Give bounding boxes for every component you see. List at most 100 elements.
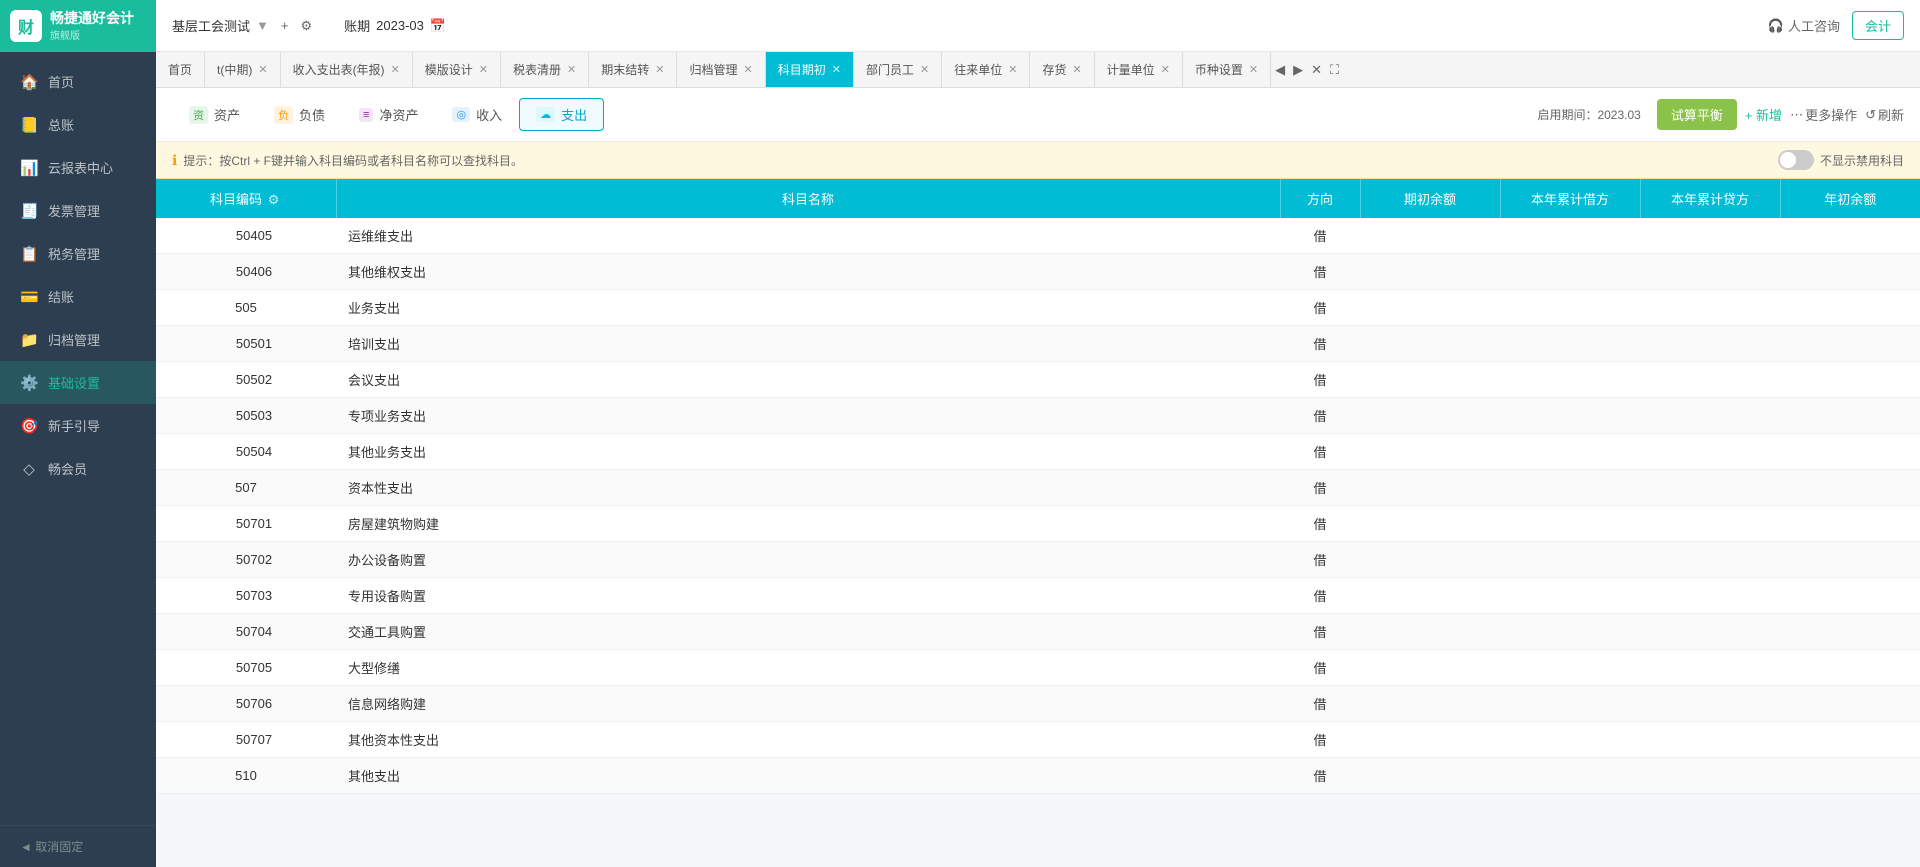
- cell-balance: [1360, 722, 1500, 758]
- sidebar-footer[interactable]: ◄ 取消固定: [0, 825, 156, 867]
- gear-icon[interactable]: ⚙: [266, 192, 282, 208]
- headset-icon: 🎧: [1768, 18, 1784, 34]
- tab-expand[interactable]: ⛶: [1326, 62, 1343, 78]
- table-row[interactable]: 505业务支出借: [156, 290, 1920, 326]
- add-tab-button[interactable]: +: [281, 18, 289, 33]
- cell-debit: [1500, 542, 1640, 578]
- sidebar-item-tax[interactable]: 📋 税务管理: [0, 232, 156, 275]
- table-row[interactable]: 50502会议支出借: [156, 362, 1920, 398]
- add-button[interactable]: + 新增: [1745, 105, 1782, 124]
- close-icon[interactable]: ✕: [1072, 63, 1081, 76]
- sidebar-item-home[interactable]: 🏠 首页: [0, 60, 156, 103]
- dropdown-icon[interactable]: ▼: [256, 18, 269, 33]
- table-row[interactable]: 510其他支出借: [156, 758, 1920, 794]
- tab-tax[interactable]: 税表清册 ✕: [501, 52, 589, 87]
- tab-nav-left[interactable]: ◀: [1271, 62, 1289, 78]
- tab-nav-right[interactable]: ▶: [1289, 62, 1307, 78]
- close-icon[interactable]: ✕: [744, 63, 753, 76]
- tab-unit[interactable]: 计量单位 ✕: [1095, 52, 1183, 87]
- tab-inventory[interactable]: 存货 ✕: [1030, 52, 1094, 87]
- table-row[interactable]: 50701房屋建筑物购建借: [156, 506, 1920, 542]
- table-row[interactable]: 50707其他资本性支出借: [156, 722, 1920, 758]
- category-tab-income[interactable]: ◎ 收入: [435, 98, 519, 131]
- cell-credit: [1640, 290, 1780, 326]
- cell-dir: 借: [1280, 542, 1360, 578]
- cell-name: 培训支出: [336, 326, 1280, 362]
- refresh-icon: ↺: [1865, 107, 1876, 123]
- sidebar-item-archive[interactable]: 📁 归档管理: [0, 318, 156, 361]
- cell-dir: 借: [1280, 686, 1360, 722]
- close-icon[interactable]: ✕: [832, 63, 841, 76]
- tab-period-end[interactable]: 期末结转 ✕: [589, 52, 677, 87]
- period-label: 账期: [344, 16, 370, 35]
- cell-year: [1780, 650, 1920, 686]
- account-button[interactable]: 会计: [1852, 11, 1904, 40]
- tab-transactions[interactable]: 往来单位 ✕: [942, 52, 1030, 87]
- cell-year: [1780, 362, 1920, 398]
- cell-dir: 借: [1280, 434, 1360, 470]
- table-row[interactable]: 50705大型修缮借: [156, 650, 1920, 686]
- tab-income-annual[interactable]: 收入支出表(年报) ✕: [281, 52, 413, 87]
- table-row[interactable]: 50704交通工具购置借: [156, 614, 1920, 650]
- close-icon[interactable]: ✕: [567, 63, 576, 76]
- more-button[interactable]: ⋯ 更多操作: [1790, 105, 1857, 124]
- close-icon[interactable]: ✕: [655, 63, 664, 76]
- basic-icon: ⚙️: [20, 374, 38, 392]
- tab-template[interactable]: 模版设计 ✕: [413, 52, 501, 87]
- sidebar-item-ledger[interactable]: 📒 总账: [0, 103, 156, 146]
- table-row[interactable]: 507资本性支出借: [156, 470, 1920, 506]
- cell-balance: [1360, 434, 1500, 470]
- tab-dept-staff[interactable]: 部门员工 ✕: [854, 52, 942, 87]
- calc-balance-button[interactable]: 试算平衡: [1657, 99, 1737, 130]
- account-label: 会计: [1865, 19, 1891, 34]
- category-tab-net[interactable]: ≡ 净资产: [342, 98, 435, 131]
- tab-close-all[interactable]: ✕: [1307, 62, 1326, 78]
- close-icon[interactable]: ✕: [391, 63, 400, 76]
- table-row[interactable]: 50406其他维权支出借: [156, 254, 1920, 290]
- topbar-company[interactable]: 基层工会测试 ▼: [172, 16, 269, 35]
- table-row[interactable]: 50503专项业务支出借: [156, 398, 1920, 434]
- cell-name: 房屋建筑物购建: [336, 506, 1280, 542]
- cell-year: [1780, 254, 1920, 290]
- table-row[interactable]: 50703专用设备购置借: [156, 578, 1920, 614]
- table-row[interactable]: 50504其他业务支出借: [156, 434, 1920, 470]
- toggle-label: 不显示禁用科目: [1820, 152, 1904, 169]
- category-tab-asset[interactable]: 资 资产: [172, 98, 257, 131]
- tab-home[interactable]: 首页: [156, 52, 205, 87]
- category-tab-label: 收入: [476, 105, 502, 124]
- table-row[interactable]: 50405运维维支出借: [156, 218, 1920, 254]
- topbar-help[interactable]: 🎧 人工咨询: [1768, 16, 1840, 35]
- settings-button[interactable]: ⚙: [300, 18, 312, 34]
- close-icon[interactable]: ✕: [258, 63, 267, 76]
- period-value: 2023-03: [376, 18, 424, 33]
- tab-currency[interactable]: 币种设置 ✕: [1183, 52, 1271, 87]
- tab-archive[interactable]: 归档管理 ✕: [677, 52, 765, 87]
- table-row[interactable]: 50702办公设备购置借: [156, 542, 1920, 578]
- table-row[interactable]: 50501培训支出借: [156, 326, 1920, 362]
- tab-label: 收入支出表(年报): [293, 61, 385, 78]
- category-tab-expense[interactable]: ☁ 支出: [519, 98, 604, 131]
- close-icon[interactable]: ✕: [1008, 63, 1017, 76]
- close-icon[interactable]: ✕: [1249, 63, 1258, 76]
- cell-code: 505: [156, 290, 336, 326]
- sidebar-item-member[interactable]: ◇ 畅会员: [0, 447, 156, 490]
- refresh-button[interactable]: ↺ 刷新: [1865, 105, 1904, 124]
- tip-bar: ℹ 提示：按Ctrl + F键并输入科目编码或者科目名称可以查找科目。 不显示禁…: [156, 142, 1920, 179]
- cell-debit: [1500, 434, 1640, 470]
- close-icon[interactable]: ✕: [479, 63, 488, 76]
- sidebar-item-reports[interactable]: 📊 云报表中心: [0, 146, 156, 189]
- sidebar-item-settle[interactable]: 💳 结账: [0, 275, 156, 318]
- table-row[interactable]: 50706信息网络购建借: [156, 686, 1920, 722]
- calendar-icon[interactable]: 📅: [430, 18, 446, 34]
- tab-subject-init[interactable]: 科目期初 ✕: [766, 52, 854, 87]
- sidebar-item-invoice[interactable]: 🧾 发票管理: [0, 189, 156, 232]
- sidebar-item-basic[interactable]: ⚙️ 基础设置: [0, 361, 156, 404]
- close-icon[interactable]: ✕: [920, 63, 929, 76]
- sidebar-item-guide[interactable]: 🎯 新手引导: [0, 404, 156, 447]
- cell-balance: [1360, 686, 1500, 722]
- tab-period-mid[interactable]: t(中期) ✕: [205, 52, 281, 87]
- cell-credit: [1640, 758, 1780, 794]
- category-tab-liability[interactable]: 负 负债: [257, 98, 342, 131]
- toggle-switch[interactable]: [1778, 150, 1814, 170]
- close-icon[interactable]: ✕: [1161, 63, 1170, 76]
